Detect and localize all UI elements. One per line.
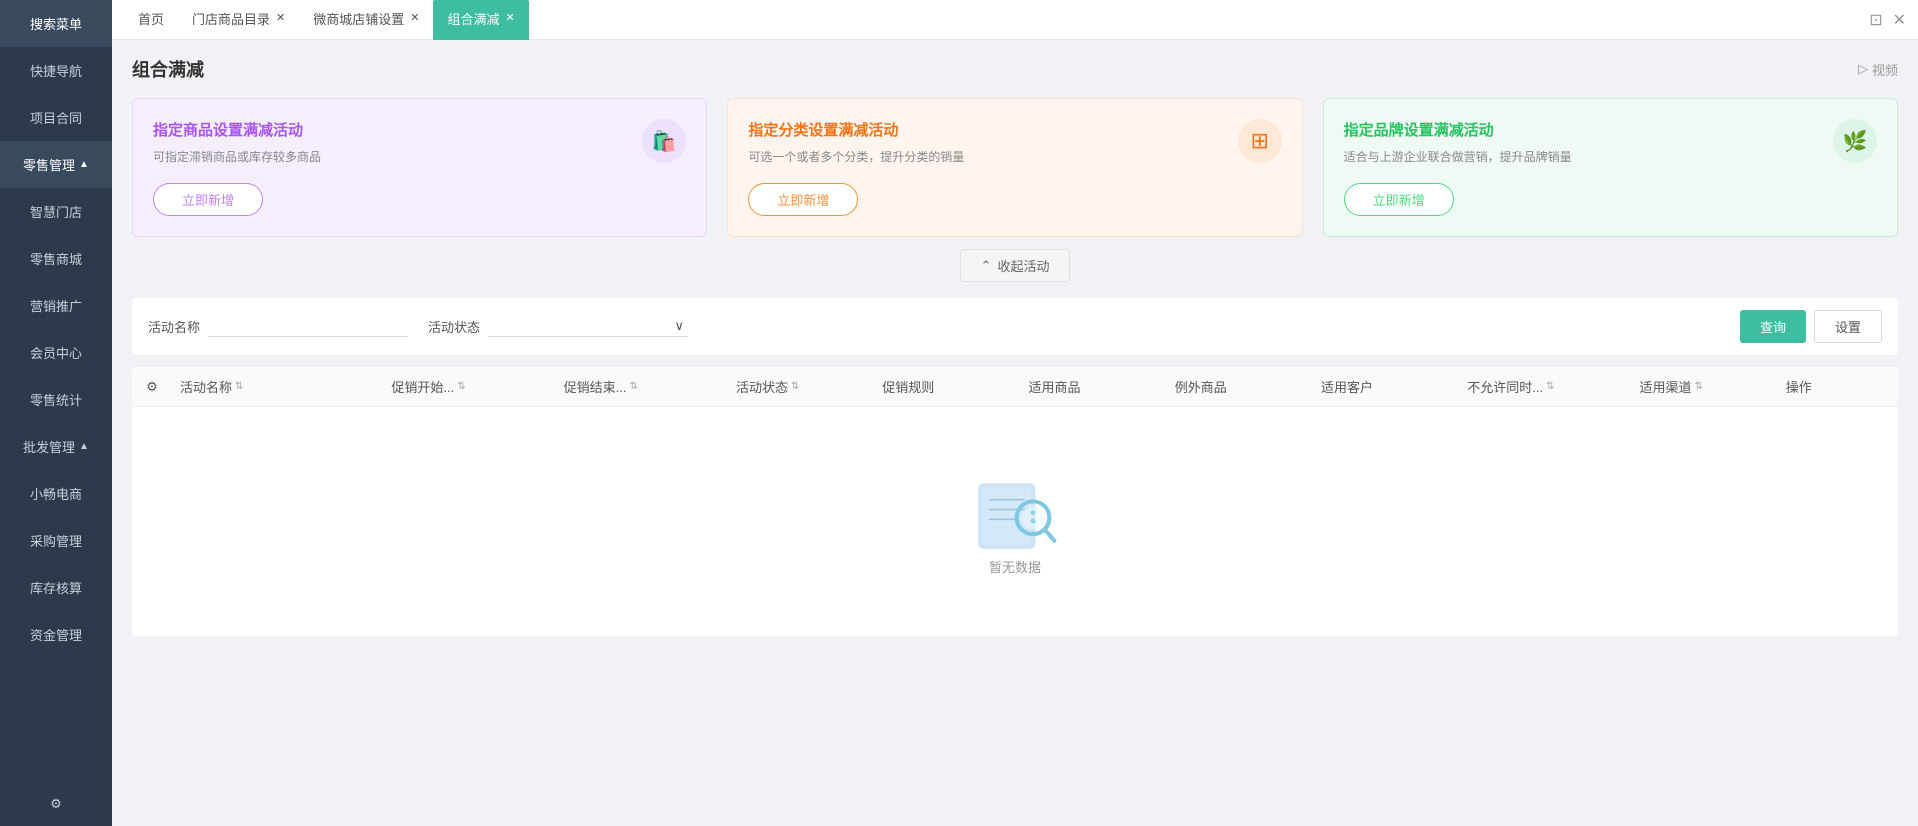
sidebar: 搜索菜单 快捷导航 项目合同 零售管理 ▲ 智慧门店 零售商城 营销推广 会员中…	[0, 0, 112, 826]
filter-row: 活动名称 活动状态 ∨ 查询 设置	[132, 298, 1898, 355]
query-button[interactable]: 查询	[1740, 310, 1806, 343]
sidebar-item-finance[interactable]: 资金管理	[0, 611, 112, 658]
setting-button[interactable]: 设置	[1814, 310, 1882, 343]
tab-product-catalog[interactable]: 门店商品目录 ✕	[178, 0, 299, 40]
cards-row: 🛍️ 指定商品设置满减活动 可指定滞销商品或库存较多商品 立即新增 ⊞ 指定分类…	[132, 98, 1898, 237]
th-action: 操作	[1778, 367, 1898, 406]
main-area: 首页 门店商品目录 ✕ 微商城店铺设置 ✕ 组合满减 ✕ ⊡ ✕ 组合满减 ▷ …	[112, 0, 1918, 826]
sidebar-item-contract[interactable]: 项目合同	[0, 94, 112, 141]
sort-name-icon: ⇅	[235, 382, 243, 392]
th-status[interactable]: 活动状态 ⇅	[728, 367, 874, 406]
card-category-desc: 可选一个或者多个分类，提升分类的销量	[748, 148, 1281, 167]
filter-name-label: 活动名称	[148, 317, 200, 336]
sidebar-item-retailmall[interactable]: 零售商城	[0, 235, 112, 282]
page-header: 组合满减 ▷ 视频	[132, 56, 1898, 82]
sort-start-icon: ⇅	[457, 382, 465, 392]
th-end[interactable]: 促销结束... ⇅	[556, 367, 728, 406]
sidebar-settings[interactable]: ⚙	[0, 782, 112, 826]
filter-status-item: 活动状态 ∨	[428, 316, 688, 337]
th-name[interactable]: 活动名称 ⇅	[172, 367, 383, 406]
sidebar-item-purchase[interactable]: 采购管理	[0, 517, 112, 564]
collapse-activities-button[interactable]: ⌃ 收起活动	[960, 249, 1071, 282]
tab-combo-discount[interactable]: 组合满减 ✕	[433, 0, 528, 40]
video-link[interactable]: ▷ 视频	[1858, 60, 1898, 79]
sidebar-item-search[interactable]: 搜索菜单	[0, 0, 112, 47]
card-product-desc: 可指定滞销商品或库存较多商品	[153, 148, 686, 167]
filter-status-select[interactable]: ∨	[488, 316, 688, 337]
sidebar-item-retail[interactable]: 零售管理 ▲	[0, 141, 112, 188]
th-channel[interactable]: 适用渠道 ⇅	[1632, 367, 1778, 406]
card-product-add-button[interactable]: 立即新增	[153, 183, 263, 216]
card-brand: 🌿 指定品牌设置满减活动 适合与上游企业联合做营销，提升品牌销量 立即新增	[1323, 98, 1898, 237]
sidebar-item-member[interactable]: 会员中心	[0, 329, 112, 376]
sidebar-item-smartstore[interactable]: 智慧门店	[0, 188, 112, 235]
table-wrap: ⚙ 活动名称 ⇅ 促销开始... ⇅ 促销结束... ⇅ 活动状态 ⇅	[132, 367, 1898, 636]
empty-state: 暂无数据	[132, 407, 1898, 636]
filter-buttons: 查询 设置	[1740, 310, 1882, 343]
th-nodup[interactable]: 不允许同时... ⇅	[1459, 367, 1631, 406]
card-product-title: 指定商品设置满减活动	[153, 119, 686, 140]
sidebar-item-xiaochang[interactable]: 小畅电商	[0, 470, 112, 517]
sort-nodup-icon: ⇅	[1546, 382, 1554, 392]
tab-home[interactable]: 首页	[124, 0, 178, 40]
filter-status-value	[492, 319, 564, 334]
th-rule: 促销规则	[874, 367, 1020, 406]
collapse-icon: ⌃	[981, 258, 992, 274]
card-brand-add-button[interactable]: 立即新增	[1344, 183, 1454, 216]
empty-state-illustration	[965, 467, 1065, 557]
card-category: ⊞ 指定分类设置满减活动 可选一个或者多个分类，提升分类的销量 立即新增	[727, 98, 1302, 237]
tabbar: 首页 门店商品目录 ✕ 微商城店铺设置 ✕ 组合满减 ✕ ⊡ ✕	[112, 0, 1918, 40]
tab-product-catalog-close[interactable]: ✕	[276, 13, 285, 24]
close-window-icon[interactable]: ✕	[1893, 10, 1906, 30]
filter-name-item: 活动名称	[148, 317, 408, 337]
sort-channel-icon: ⇅	[1695, 382, 1703, 392]
collapse-bar: ⌃ 收起活动	[132, 249, 1898, 282]
tab-wechat-settings-close[interactable]: ✕	[410, 13, 419, 24]
sidebar-item-retailstat[interactable]: 零售统计	[0, 376, 112, 423]
card-brand-icon: 🌿	[1833, 119, 1877, 163]
card-brand-title: 指定品牌设置满减活动	[1344, 119, 1877, 140]
card-product: 🛍️ 指定商品设置满减活动 可指定滞销商品或库存较多商品 立即新增	[132, 98, 707, 237]
sidebar-item-wholesale[interactable]: 批发管理 ▲	[0, 423, 112, 470]
empty-text: 暂无数据	[989, 557, 1041, 576]
sidebar-item-marketing[interactable]: 营销推广	[0, 282, 112, 329]
page-content: 组合满减 ▷ 视频 🛍️ 指定商品设置满减活动 可指定滞销商品或库存较多商品 立…	[112, 40, 1918, 826]
chevron-down-icon: ∨	[675, 318, 685, 334]
th-start[interactable]: 促销开始... ⇅	[383, 367, 555, 406]
restore-window-icon[interactable]: ⊡	[1869, 10, 1882, 30]
tabbar-controls: ⊡ ✕	[1869, 10, 1906, 30]
card-product-icon: 🛍️	[642, 119, 686, 163]
sort-end-icon: ⇅	[630, 382, 638, 392]
th-goods: 适用商品	[1020, 367, 1166, 406]
table-gear-icon: ⚙	[146, 379, 158, 395]
wholesale-arrow-icon: ▲	[79, 441, 89, 452]
tab-wechat-settings[interactable]: 微商城店铺设置 ✕	[299, 0, 433, 40]
video-play-icon: ▷	[1858, 61, 1868, 77]
table-header: ⚙ 活动名称 ⇅ 促销开始... ⇅ 促销结束... ⇅ 活动状态 ⇅	[132, 367, 1898, 407]
th-gear[interactable]: ⚙	[132, 369, 172, 405]
gear-icon: ⚙	[50, 796, 62, 811]
retail-arrow-icon: ▲	[79, 159, 89, 170]
filter-status-label: 活动状态	[428, 317, 480, 336]
card-category-title: 指定分类设置满减活动	[748, 119, 1281, 140]
tab-combo-discount-close[interactable]: ✕	[506, 13, 515, 24]
sidebar-item-inventory[interactable]: 库存核算	[0, 564, 112, 611]
card-category-icon: ⊞	[1238, 119, 1282, 163]
sort-status-icon: ⇅	[791, 382, 799, 392]
th-exclude: 例外商品	[1167, 367, 1313, 406]
card-brand-desc: 适合与上游企业联合做营销，提升品牌销量	[1344, 148, 1877, 167]
card-category-add-button[interactable]: 立即新增	[748, 183, 858, 216]
sidebar-item-quicknav[interactable]: 快捷导航	[0, 47, 112, 94]
filter-name-input[interactable]	[208, 317, 408, 337]
page-title: 组合满减	[132, 56, 204, 82]
th-customer: 适用客户	[1313, 367, 1459, 406]
